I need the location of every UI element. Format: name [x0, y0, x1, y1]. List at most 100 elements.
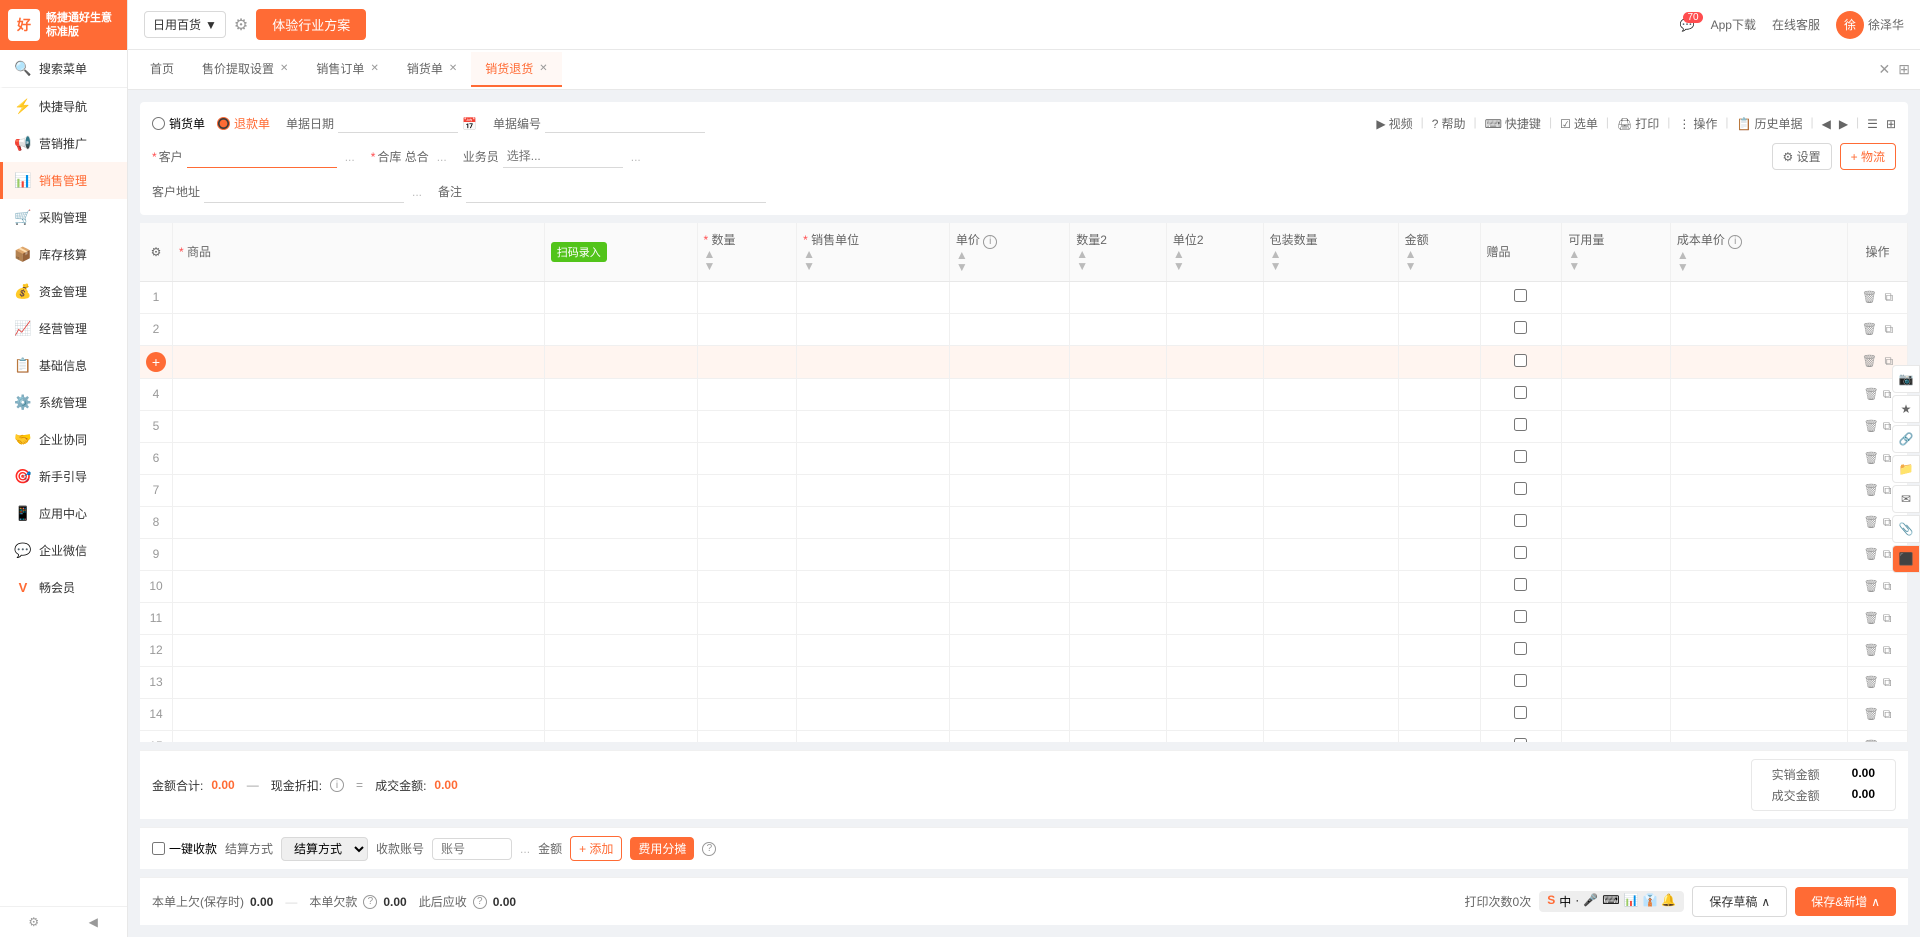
delete-icon[interactable]: 🗑: [1864, 419, 1879, 433]
pack-qty-cell[interactable]: [1263, 313, 1398, 345]
delete-icon[interactable]: 🗑: [1864, 387, 1879, 401]
salesperson-input[interactable]: [503, 145, 623, 168]
print-btn[interactable]: 🖨 打印: [1617, 115, 1659, 132]
unit-cell[interactable]: [797, 281, 950, 313]
one-click-payment-checkbox[interactable]: [152, 842, 165, 855]
float-link-btn[interactable]: 🔗: [1892, 425, 1920, 453]
view-grid-btn[interactable]: ⊞: [1886, 115, 1896, 132]
owe-help-icon[interactable]: ?: [363, 895, 377, 909]
tab-sales-return[interactable]: 销货退货 ✕: [471, 52, 561, 87]
address-input[interactable]: [204, 180, 404, 203]
delete-icon[interactable]: 🗑: [1864, 451, 1879, 465]
copy-icon[interactable]: ⧉: [1883, 451, 1892, 465]
sidebar-item-vip[interactable]: V 畅会员: [0, 569, 127, 606]
operations-btn[interactable]: ⋮ 操作: [1678, 115, 1717, 132]
qty2-cell[interactable]: [1070, 345, 1167, 378]
save-draft-btn[interactable]: 保存草稿 ∧: [1692, 886, 1787, 917]
copy-icon[interactable]: ⧉: [1883, 675, 1892, 689]
quantity-cell[interactable]: [697, 345, 797, 378]
product-cell[interactable]: [173, 442, 545, 474]
tab-close-icon[interactable]: ✕: [449, 63, 457, 74]
cost-price-info-icon[interactable]: i: [1728, 235, 1742, 249]
sidebar-collapse-btn[interactable]: ◀: [68, 915, 120, 929]
copy-icon[interactable]: ⧉: [1885, 322, 1894, 336]
copy-icon[interactable]: ⧉: [1883, 547, 1892, 561]
gift-checkbox[interactable]: [1514, 546, 1527, 559]
sidebar-item-marketing[interactable]: 📢 营销推广: [0, 125, 127, 162]
add-payment-btn[interactable]: + 添加: [570, 836, 622, 861]
delete-icon[interactable]: 🗑: [1864, 739, 1879, 743]
unit2-cell[interactable]: [1166, 313, 1263, 345]
add-row-btn[interactable]: +: [146, 352, 166, 372]
customer-dots-btn[interactable]: ...: [345, 150, 355, 164]
quantity-cell[interactable]: [697, 313, 797, 345]
nav-prev-btn[interactable]: ◀: [1822, 115, 1831, 132]
copy-icon[interactable]: ⧉: [1883, 419, 1892, 433]
float-mail-btn[interactable]: ✉: [1892, 485, 1920, 513]
nav-next-btn[interactable]: ▶: [1839, 115, 1848, 132]
warehouse-dots-btn[interactable]: ...: [437, 150, 447, 164]
product-cell[interactable]: [173, 698, 545, 730]
calculation-select[interactable]: 结算方式: [281, 837, 368, 861]
product-cell[interactable]: [173, 506, 545, 538]
online-service-link[interactable]: 在线客服: [1772, 16, 1820, 33]
payment-help-icon[interactable]: ?: [702, 842, 716, 856]
sidebar-item-system[interactable]: ⚙️ 系统管理: [0, 384, 127, 421]
tab-sales-order[interactable]: 销售订单 ✕: [302, 52, 392, 87]
radio-return-input[interactable]: [217, 117, 230, 130]
float-star-btn[interactable]: ★: [1892, 395, 1920, 423]
account-input[interactable]: [432, 838, 512, 860]
gift-checkbox[interactable]: [1514, 642, 1527, 655]
gear-icon[interactable]: ⚙: [151, 245, 162, 259]
gift-checkbox[interactable]: [1514, 706, 1527, 719]
experience-btn[interactable]: 体验行业方案: [256, 9, 366, 40]
unit-cell[interactable]: [797, 313, 950, 345]
copy-icon[interactable]: ⧉: [1883, 739, 1892, 743]
sidebar-item-purchase[interactable]: 🛒 采购管理: [0, 199, 127, 236]
app-download-link[interactable]: App下载: [1711, 16, 1756, 33]
one-click-payment-label[interactable]: 一键收款: [152, 840, 217, 857]
sidebar-item-wechat[interactable]: 💬 企业微信: [0, 532, 127, 569]
quantity-cell[interactable]: [697, 281, 797, 313]
order-no-input[interactable]: SA-20230320-001: [545, 114, 705, 133]
amount-cell[interactable]: [1398, 345, 1480, 378]
sidebar-settings-btn[interactable]: ⚙: [8, 915, 60, 929]
delete-icon[interactable]: 🗑: [1862, 354, 1877, 368]
delete-icon[interactable]: 🗑: [1862, 290, 1877, 304]
product-cell[interactable]: [173, 602, 545, 634]
product-cell[interactable]: [173, 474, 545, 506]
view-list-btn[interactable]: ☰: [1867, 115, 1878, 132]
message-badge[interactable]: 💬 70: [1680, 18, 1695, 32]
delete-icon[interactable]: 🗑: [1864, 515, 1879, 529]
delete-icon[interactable]: 🗑: [1864, 483, 1879, 497]
unit2-cell[interactable]: [1166, 281, 1263, 313]
qty2-cell[interactable]: [1070, 281, 1167, 313]
shortcut-btn[interactable]: ⌨ 快捷键: [1485, 115, 1541, 132]
float-attachment-btn[interactable]: 📎: [1892, 515, 1920, 543]
product-cell[interactable]: [173, 634, 545, 666]
sidebar-item-enterprise[interactable]: 🤝 企业协同: [0, 421, 127, 458]
receive-help-icon[interactable]: ?: [473, 895, 487, 909]
radio-delivery-input[interactable]: [152, 117, 165, 130]
unit2-cell[interactable]: [1166, 345, 1263, 378]
sidebar-item-shortcut[interactable]: ⚡ 快捷导航: [0, 88, 127, 125]
product-cell[interactable]: [173, 410, 545, 442]
amount-cell[interactable]: [1398, 313, 1480, 345]
qty2-cell[interactable]: [1070, 313, 1167, 345]
tab-close-icon[interactable]: ✕: [539, 63, 547, 74]
select-btn[interactable]: ☑ 选单: [1560, 115, 1598, 132]
gift-checkbox[interactable]: [1514, 289, 1527, 302]
save-new-btn[interactable]: 保存&新增 ∧: [1795, 887, 1896, 916]
product-cell[interactable]: [173, 281, 545, 313]
sidebar-item-sales[interactable]: 📊 销售管理: [0, 162, 127, 199]
logistics-btn[interactable]: + 物流: [1840, 143, 1896, 170]
product-input[interactable]: [179, 355, 538, 369]
industry-select[interactable]: 日用百货 ▼: [144, 11, 226, 38]
tab-close-icon[interactable]: ✕: [280, 63, 288, 74]
address-dots-btn[interactable]: ...: [412, 185, 422, 199]
remark-input[interactable]: [466, 180, 766, 203]
float-photo-btn[interactable]: 📷: [1892, 365, 1920, 393]
sidebar-item-inventory[interactable]: 📦 库存核算: [0, 236, 127, 273]
product-cell[interactable]: [173, 313, 545, 345]
scan-btn[interactable]: 扫码录入: [551, 242, 607, 262]
